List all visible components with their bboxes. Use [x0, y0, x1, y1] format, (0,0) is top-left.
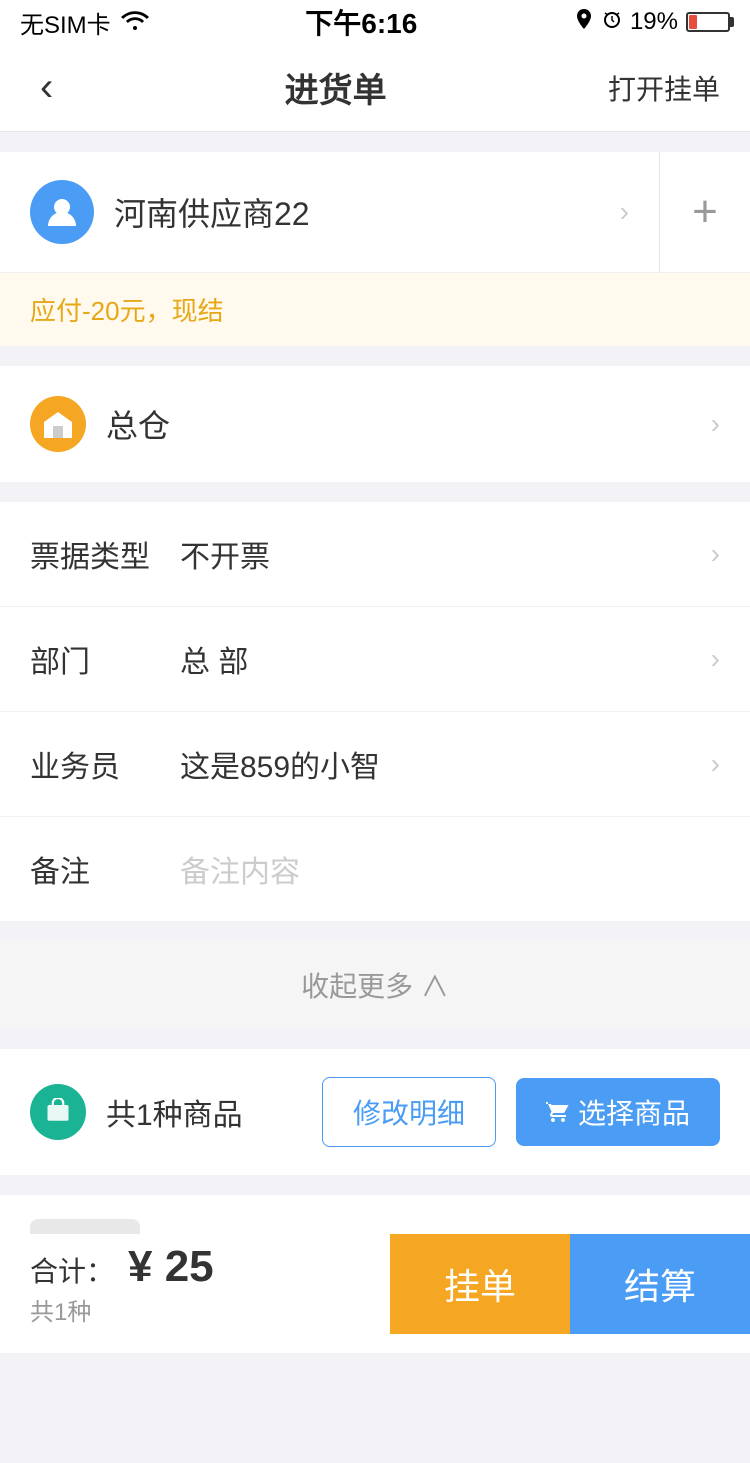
- supplier-avatar: [30, 180, 94, 244]
- hang-button[interactable]: 挂单: [390, 1234, 570, 1334]
- invoice-label: 票据类型: [30, 532, 160, 576]
- salesperson-chevron-icon: ›: [711, 748, 720, 780]
- salesperson-row[interactable]: 业务员 这是859的小智 ›: [0, 712, 750, 817]
- salesperson-label: 业务员: [30, 742, 160, 786]
- warehouse-row[interactable]: 总仓 ›: [0, 366, 750, 482]
- warehouse-name: 总仓: [106, 401, 701, 447]
- invoice-value: 不开票: [160, 532, 701, 576]
- signal-text: 无SIM卡: [20, 5, 111, 40]
- battery-icon: [686, 12, 730, 32]
- total-label: 合计：: [30, 1250, 114, 1290]
- nav-bar: ‹ 进货单 打开挂单: [0, 44, 750, 132]
- bottom-spacer: [0, 1353, 750, 1463]
- add-supplier-button[interactable]: +: [660, 152, 750, 273]
- cart-icon: [546, 1100, 570, 1124]
- back-button[interactable]: ‹: [30, 55, 63, 120]
- salesperson-value: 这是859的小智: [160, 742, 701, 786]
- product-count-text: 共1种商品: [106, 1090, 302, 1134]
- product-header: 共1种商品 修改明细 选择商品: [0, 1049, 750, 1175]
- notice-text: 应付-20元，现结: [30, 296, 224, 326]
- department-label: 部门: [30, 637, 160, 681]
- product-count-icon: [30, 1084, 86, 1140]
- supplier-name: 河南供应商22: [114, 189, 610, 235]
- warehouse-chevron-icon: ›: [711, 408, 720, 440]
- total-info: 合计： ¥ 25 共1种: [30, 1242, 214, 1327]
- open-pending-button[interactable]: 打开挂单: [608, 68, 720, 108]
- status-battery: 19%: [574, 8, 730, 36]
- form-section: 票据类型 不开票 › 部门 总 部 › 业务员 这是859的小智 › 备注 备注…: [0, 502, 750, 921]
- total-sub: 共1种: [30, 1292, 214, 1327]
- invoice-row[interactable]: 票据类型 不开票 ›: [0, 502, 750, 607]
- remark-label: 备注: [30, 847, 160, 891]
- remark-row[interactable]: 备注 备注内容: [0, 817, 750, 921]
- warehouse-icon: [30, 396, 86, 452]
- status-time: 下午6:16: [305, 2, 417, 42]
- battery-percent: 19%: [630, 8, 678, 36]
- department-value: 总 部: [160, 637, 701, 681]
- wifi-icon: [121, 8, 149, 37]
- notice-bar: 应付-20元，现结: [0, 273, 750, 346]
- checkout-button[interactable]: 结算: [570, 1234, 750, 1334]
- status-bar: 无SIM卡 下午6:16 19%: [0, 0, 750, 44]
- department-row[interactable]: 部门 总 部 ›: [0, 607, 750, 712]
- supplier-chevron-icon: ›: [620, 196, 629, 228]
- total-amount: ¥ 25: [128, 1242, 214, 1292]
- supplier-section: 河南供应商22 › +: [0, 152, 750, 273]
- remark-input[interactable]: 备注内容: [160, 847, 720, 891]
- bottom-bar: 合计： ¥ 25 共1种 挂单 结算: [0, 1234, 750, 1334]
- status-signal: 无SIM卡: [20, 5, 149, 40]
- department-chevron-icon: ›: [711, 643, 720, 675]
- select-product-label: 选择商品: [578, 1092, 690, 1132]
- page-title: 进货单: [285, 63, 387, 112]
- select-product-button[interactable]: 选择商品: [516, 1078, 720, 1146]
- edit-detail-button[interactable]: 修改明细: [322, 1077, 496, 1147]
- total-area: 合计： ¥ 25 共1种: [0, 1234, 390, 1334]
- product-header-section: 共1种商品 修改明细 选择商品: [0, 1049, 750, 1175]
- location-icon: [574, 8, 594, 36]
- warehouse-section: 总仓 ›: [0, 366, 750, 482]
- supplier-row[interactable]: 河南供应商22 ›: [0, 152, 659, 273]
- invoice-chevron-icon: ›: [711, 538, 720, 570]
- collapse-bar[interactable]: 收起更多 ∧: [0, 941, 750, 1029]
- gap-top: [0, 132, 750, 152]
- collapse-label: 收起更多 ∧: [301, 965, 449, 1005]
- alarm-icon: [602, 8, 622, 36]
